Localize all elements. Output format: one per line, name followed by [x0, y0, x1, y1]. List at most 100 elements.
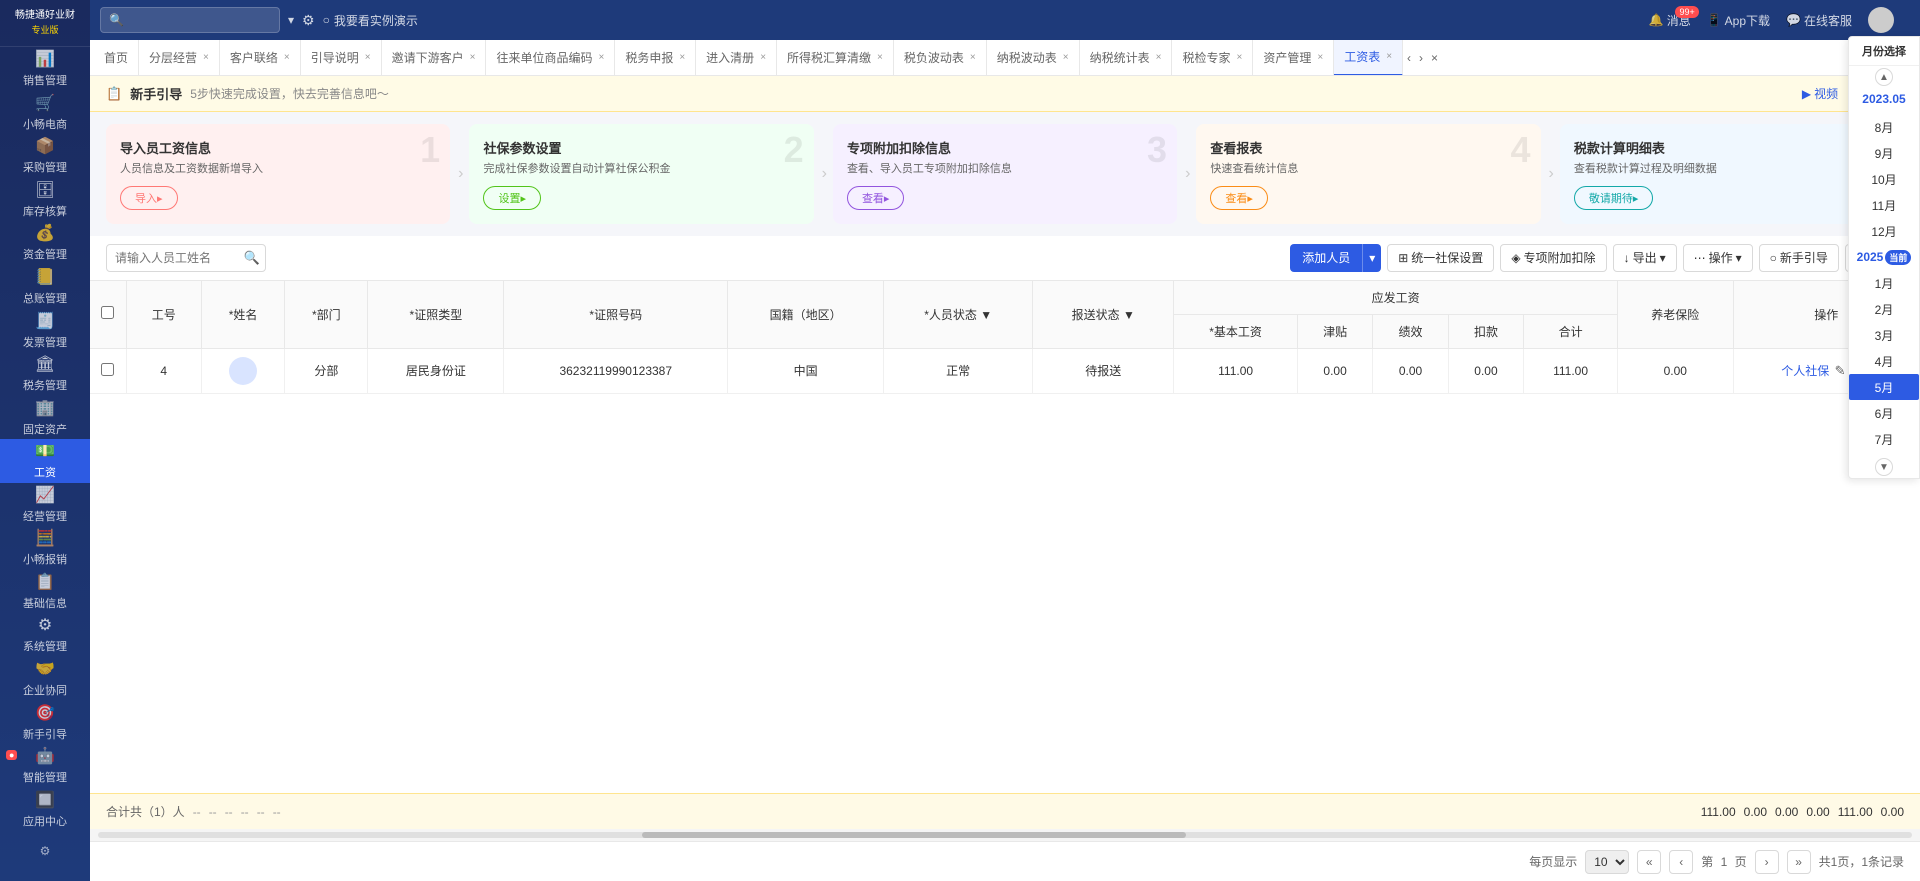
month-item-mar[interactable]: 3月 [1849, 322, 1919, 348]
user-avatar[interactable] [1868, 7, 1894, 33]
sidebar-item-tax[interactable]: 🏛 税务管理 [0, 352, 90, 396]
tab-nav-prev[interactable]: ‹ [1403, 51, 1415, 65]
tab-tax-report[interactable]: 税务申报 × [615, 40, 696, 76]
tab-close-stats[interactable]: × [1156, 52, 1162, 63]
tab-close-clearance[interactable]: × [760, 52, 766, 63]
sidebar-item-assets[interactable]: 🏢 固定资产 [0, 395, 90, 439]
sidebar-item-app-center[interactable]: 🔲 应用中心 [0, 787, 90, 831]
sidebar-item-newbie[interactable]: 🎯 新手引导 [0, 700, 90, 744]
month-item-oct[interactable]: 10月 [1849, 166, 1919, 192]
step-btn-3[interactable]: 查看▸ [847, 186, 905, 210]
horizontal-scrollbar[interactable] [90, 829, 1920, 841]
unified-settings-btn[interactable]: ⊞ 统一社保设置 [1387, 244, 1494, 272]
tab-tax-burden[interactable]: 税负波动表 × [894, 40, 987, 76]
step-btn-1[interactable]: 导入▸ [120, 186, 178, 210]
row-checkbox[interactable] [101, 363, 114, 376]
sidebar-item-finance[interactable]: 💰 资金管理 [0, 221, 90, 265]
tab-tax-stats[interactable]: 纳税统计表 × [1080, 40, 1173, 76]
month-item-nov[interactable]: 11月 [1849, 192, 1919, 218]
topbar-gear-icon[interactable]: ⚙ [302, 12, 315, 29]
month-item-dec[interactable]: 12月 [1849, 218, 1919, 244]
topbar-search-box[interactable]: 🔍 [100, 7, 280, 33]
online-service-btn[interactable]: 💬 在线客服 [1786, 12, 1852, 29]
operation-btn[interactable]: ⋯ 操作 ▾ [1683, 244, 1753, 272]
step-btn-5[interactable]: 敬请期待▸ [1574, 186, 1654, 210]
sidebar-item-ledger[interactable]: 📒 总账管理 [0, 265, 90, 309]
personal-insurance-btn[interactable]: 个人社保 [1781, 362, 1829, 379]
search-submit-icon[interactable]: 🔍 [244, 250, 260, 266]
sidebar-item-inventory[interactable]: 🗄 库存核算 [0, 178, 90, 222]
tab-clearance[interactable]: 进入清册 × [696, 40, 777, 76]
tab-nav-next[interactable]: › [1415, 51, 1427, 65]
sidebar-item-invoice[interactable]: 🧾 发票管理 [0, 308, 90, 352]
tab-payroll[interactable]: 工资表 × [1334, 40, 1403, 76]
tab-close-payroll[interactable]: × [1386, 51, 1392, 62]
tab-income-tax[interactable]: 所得税汇算清缴 × [777, 40, 894, 76]
tab-close-burden[interactable]: × [970, 52, 976, 63]
tab-assets[interactable]: 资产管理 × [1253, 40, 1334, 76]
export-btn[interactable]: ↓ 导出 ▾ [1613, 244, 1677, 272]
sidebar-item-expense[interactable]: 🧮 小畅报销 [0, 526, 90, 570]
sidebar-item-payroll[interactable]: 💵 工资 [0, 439, 90, 483]
tab-home[interactable]: 首页 [94, 40, 139, 76]
tab-close-fluct[interactable]: × [1063, 52, 1069, 63]
tab-close-layered[interactable]: × [203, 52, 209, 63]
month-item-feb[interactable]: 2月 [1849, 296, 1919, 322]
status-filter-icon[interactable]: ▼ [980, 308, 992, 322]
month-item-jul[interactable]: 7月 [1849, 426, 1919, 452]
sidebar-item-collab[interactable]: 🤝 企业协同 [0, 657, 90, 701]
app-download-btn[interactable]: 📱 App下载 [1707, 12, 1770, 29]
topbar-dropdown-btn[interactable]: ▾ [288, 13, 294, 27]
month-item-2025[interactable]: 2025 当前 [1849, 244, 1919, 270]
page-prev-btn[interactable]: ‹ [1669, 850, 1693, 874]
search-input[interactable] [106, 244, 266, 272]
settings-gear-button[interactable]: ⚙ [0, 831, 90, 871]
tab-close-guide[interactable]: × [365, 52, 371, 63]
tab-close-income[interactable]: × [877, 52, 883, 63]
sidebar-item-ecommerce[interactable]: 🛒 小畅电商 [0, 90, 90, 134]
tab-close-tax[interactable]: × [679, 52, 685, 63]
demo-link[interactable]: ○ 我要看实例演示 [323, 12, 418, 29]
month-item-apr[interactable]: 4月 [1849, 348, 1919, 374]
page-next-btn[interactable]: › [1755, 850, 1779, 874]
tab-layered[interactable]: 分层经营 × [139, 40, 220, 76]
tab-invite[interactable]: 邀请下游客户 × [382, 40, 487, 76]
tab-close-all[interactable]: × [1427, 51, 1442, 65]
month-item-may[interactable]: 5月 [1849, 374, 1919, 400]
tab-close-partner[interactable]: × [598, 52, 604, 63]
month-scroll-up-btn[interactable]: ▲ [1875, 68, 1893, 86]
add-person-dropdown-btn[interactable]: ▾ [1362, 244, 1381, 272]
guide-video-link[interactable]: ▶ 视频 [1802, 85, 1838, 102]
sidebar-item-sales[interactable]: 📊 销售管理 [0, 47, 90, 91]
sidebar-item-system[interactable]: ⚙ 系统管理 [0, 613, 90, 657]
scroll-thumb[interactable] [642, 832, 1186, 838]
page-first-btn[interactable]: « [1637, 850, 1661, 874]
month-item-jan[interactable]: 1月 [1849, 270, 1919, 296]
tab-close-expert[interactable]: × [1236, 52, 1242, 63]
select-all-checkbox[interactable] [101, 306, 114, 319]
report-filter-icon[interactable]: ▼ [1123, 308, 1135, 322]
tab-close-crm[interactable]: × [284, 52, 290, 63]
sidebar-item-ai[interactable]: ● 🤖 智能管理 [0, 744, 90, 788]
per-page-select[interactable]: 10 20 50 [1585, 850, 1629, 874]
special-deduction-btn[interactable]: ◈ 专项附加扣除 [1500, 244, 1606, 272]
guide-btn[interactable]: ○ 新手引导 [1759, 244, 1839, 272]
sidebar-item-purchase[interactable]: 📦 采购管理 [0, 134, 90, 178]
month-item-sep[interactable]: 9月 [1849, 140, 1919, 166]
month-item-jun[interactable]: 6月 [1849, 400, 1919, 426]
tab-tax-fluctuation[interactable]: 纳税波动表 × [987, 40, 1080, 76]
tab-close-assets[interactable]: × [1317, 52, 1323, 63]
edit-btn[interactable]: ✎ [1835, 363, 1846, 379]
tab-crm[interactable]: 客户联络 × [220, 40, 301, 76]
tab-close-invite[interactable]: × [470, 52, 476, 63]
step-btn-2[interactable]: 设置▸ [483, 186, 541, 210]
tab-tax-expert[interactable]: 税检专家 × [1172, 40, 1253, 76]
month-item-aug[interactable]: 8月 [1849, 114, 1919, 140]
add-person-button[interactable]: 添加人员 [1290, 244, 1362, 272]
sidebar-item-basic-info[interactable]: 📋 基础信息 [0, 570, 90, 614]
tab-guide[interactable]: 引导说明 × [301, 40, 382, 76]
tab-partner-code[interactable]: 往来单位商品编码 × [486, 40, 615, 76]
page-last-btn[interactable]: » [1787, 850, 1811, 874]
scroll-track[interactable] [98, 832, 1912, 838]
sidebar-item-operations[interactable]: 📈 经营管理 [0, 483, 90, 527]
